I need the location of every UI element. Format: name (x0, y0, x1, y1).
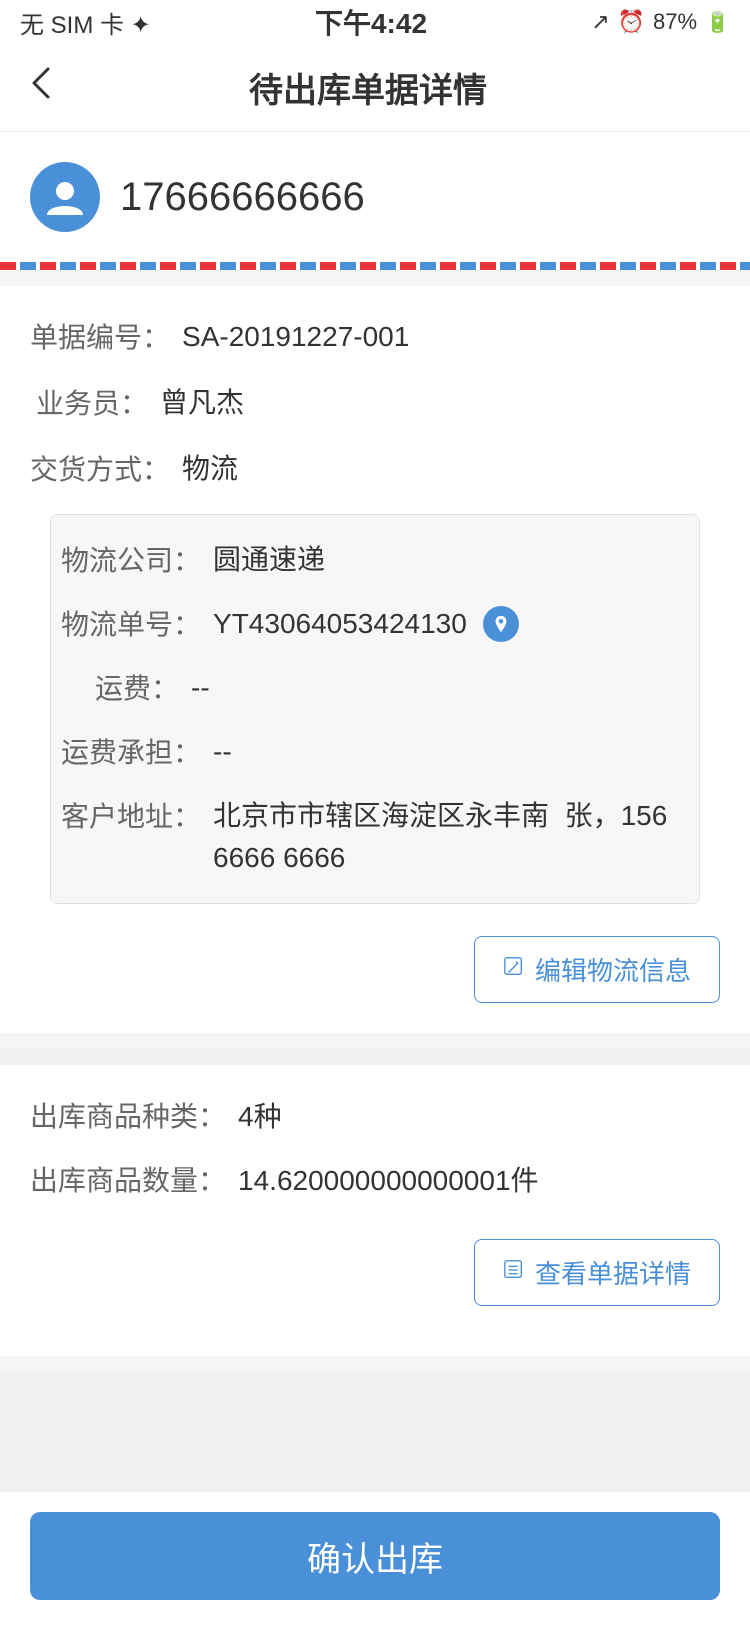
document-number-row: 单据编号： SA-20191227-001 (30, 316, 720, 358)
freight-bear-value: -- (213, 731, 689, 773)
freight-label: 运费： (61, 667, 191, 707)
delivery-row: 交货方式： 物流 (30, 448, 720, 490)
customer-phone: 17666666666 (120, 175, 365, 220)
edit-logistics-label: 编辑物流信息 (535, 951, 691, 988)
edit-icon (503, 954, 525, 985)
salesman-label: 业务员： (30, 382, 160, 422)
freight-bear-label: 运费承担： (61, 731, 213, 771)
section-divider (0, 1049, 750, 1065)
avatar (30, 162, 100, 232)
logistics-tracking-value: YT43064053424130 (213, 603, 689, 645)
address-value: 北京市市辖区海淀区永丰南 张，156 6666 6666 (213, 795, 689, 879)
status-left: 无 SIM 卡 ✦ (20, 5, 151, 40)
document-number-value: SA-20191227-001 (182, 316, 720, 358)
address-row: 客户地址： 北京市市辖区海淀区永丰南 张，156 6666 6666 (61, 795, 689, 879)
back-button[interactable] (30, 65, 52, 110)
content-area: 17666666666 单据编号： SA-20191227-001 业务员： 曾… (0, 132, 750, 1492)
edit-logistics-button[interactable]: 编辑物流信息 (474, 936, 720, 1003)
logistics-company-value: 圆通速递 (213, 539, 689, 581)
freight-value: -- (191, 667, 689, 709)
salesman-row: 业务员： 曾凡杰 (30, 382, 720, 424)
freight-row: 运费： -- (61, 667, 689, 709)
customer-section: 17666666666 (0, 132, 750, 270)
battery-icon: 🔋 (705, 10, 730, 35)
view-detail-area: 查看单据详情 (30, 1223, 720, 1326)
goods-section: 出库商品种类： 4种 出库商品数量： 14.620000000000001件 (0, 1065, 750, 1356)
logistics-box: 物流公司： 圆通速递 物流单号： YT43064053424130 (50, 514, 700, 904)
goods-types-value: 4种 (238, 1095, 720, 1135)
view-detail-label: 查看单据详情 (535, 1254, 691, 1291)
battery-status: 87% (653, 9, 697, 35)
goods-types-row: 出库商品种类： 4种 (30, 1095, 720, 1135)
status-time: 下午4:42 (315, 2, 427, 42)
edit-logistics-area: 编辑物流信息 (30, 920, 720, 1023)
goods-types-label: 出库商品种类： (30, 1095, 238, 1135)
goods-quantity-label: 出库商品数量： (30, 1159, 238, 1199)
sim-status: 无 SIM 卡 ✦ (20, 5, 151, 40)
goods-quantity-row: 出库商品数量： 14.620000000000001件 (30, 1159, 720, 1199)
salesman-value: 曾凡杰 (160, 382, 720, 424)
logistics-company-label: 物流公司： (61, 539, 213, 579)
status-bar: 无 SIM 卡 ✦ 下午4:42 ↗ ⏰ 87% 🔋 (0, 0, 750, 44)
location-map-icon[interactable] (483, 606, 519, 642)
list-icon (503, 1257, 525, 1288)
logistics-tracking-label: 物流单号： (61, 603, 213, 643)
document-info-section: 单据编号： SA-20191227-001 业务员： 曾凡杰 交货方式： 物流 … (0, 286, 750, 1033)
freight-bear-row: 运费承担： -- (61, 731, 689, 773)
content-spacer (0, 1372, 750, 1492)
dashed-divider (0, 262, 750, 270)
document-number-label: 单据编号： (30, 316, 182, 356)
logistics-tracking-row: 物流单号： YT43064053424130 (61, 603, 689, 645)
view-detail-button[interactable]: 查看单据详情 (474, 1239, 720, 1306)
goods-quantity-value: 14.620000000000001件 (238, 1159, 720, 1199)
location-icon: ↗ (591, 9, 609, 35)
confirm-outbound-button[interactable]: 确认出库 (30, 1512, 720, 1600)
status-right: ↗ ⏰ 87% 🔋 (591, 9, 730, 35)
nav-bar: 待出库单据详情 (0, 44, 750, 132)
delivery-label: 交货方式： (30, 448, 182, 488)
page-title: 待出库单据详情 (72, 63, 664, 112)
delivery-value: 物流 (182, 448, 720, 490)
alarm-icon: ⏰ (618, 9, 645, 35)
bottom-action-area: 确认出库 (0, 1492, 750, 1640)
address-label: 客户地址： (61, 795, 213, 835)
logistics-company-row: 物流公司： 圆通速递 (61, 539, 689, 581)
